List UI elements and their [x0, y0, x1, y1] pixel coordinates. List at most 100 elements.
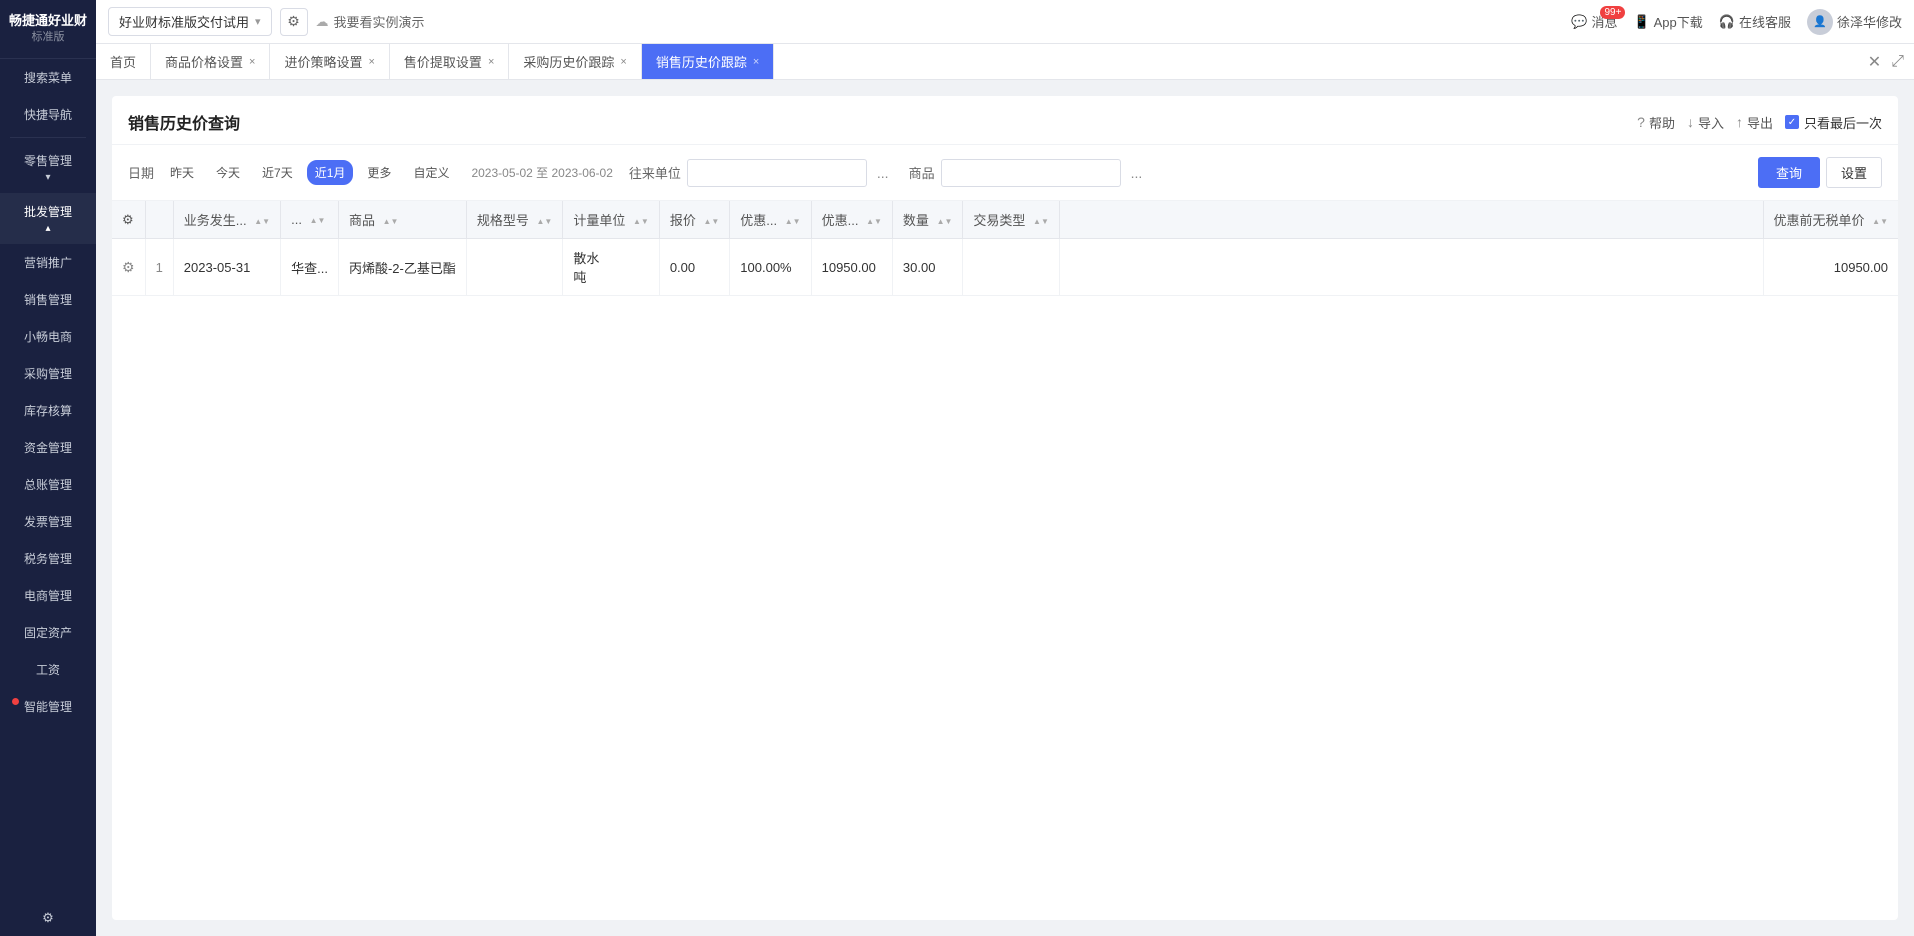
table-wrap: ⚙ 业务发生... ▲▼ ... ▲▼ [112, 201, 1898, 296]
ledger-label: 总账管理 [24, 476, 72, 493]
topbar-right: 💬 消息 99+ 📱 App下载 🎧 在线客服 👤 徐泽华修改 [1571, 9, 1902, 35]
tabs-bar: 首页 商品价格设置 × 进价策略设置 × 售价提取设置 × 采购历史价跟踪 × … [96, 44, 1914, 80]
sort-icon-unit: ▲▼ [633, 217, 649, 226]
sidebar-item-tax[interactable]: 税务管理 [0, 540, 96, 577]
import-button[interactable]: ↓ 导入 [1687, 113, 1724, 132]
smart-label: 智能管理 [24, 698, 72, 715]
tab-price-setting-close[interactable]: × [249, 56, 255, 68]
sort-icon-discount2: ▲▼ [866, 217, 882, 226]
col-product[interactable]: 商品 ▲▼ [338, 201, 466, 239]
tab-strategy[interactable]: 进价策略设置 × [270, 44, 389, 80]
checkbox-checked-icon: ✓ [1785, 115, 1799, 129]
col-discount2[interactable]: 优惠... ▲▼ [811, 201, 892, 239]
main-area: 好业财标准版交付试用 ▾ ⚙ ☁ 我要看实例演示 💬 消息 99+ 📱 App下… [96, 0, 1914, 936]
sidebar-item-retail[interactable]: 零售管理 ▾ [0, 142, 96, 193]
date-btn-today[interactable]: 今天 [208, 160, 248, 185]
demo-label: 我要看实例演示 [334, 12, 425, 31]
col-biz-date[interactable]: 业务发生... ▲▼ [173, 201, 280, 239]
from-unit-more-icon[interactable]: ... [873, 163, 893, 183]
row-gear-icon[interactable]: ⚙ [122, 259, 135, 275]
sidebar-item-wholesale[interactable]: 批发管理 ▴ [0, 193, 96, 244]
demo-link[interactable]: ☁ 我要看实例演示 [316, 12, 425, 31]
tab-price-setting-label: 商品价格设置 [165, 52, 243, 71]
chevron-down-icon: ▾ [255, 15, 261, 28]
date-btn-yesterday[interactable]: 昨天 [162, 160, 202, 185]
wholesale-label: 批发管理 [24, 203, 72, 220]
online-service-label: 在线客服 [1739, 12, 1791, 31]
settings-gear-icon: ⚙ [42, 910, 54, 925]
date-filter-label: 日期 [128, 163, 154, 182]
account-dropdown[interactable]: 好业财标准版交付试用 ▾ [108, 7, 272, 36]
date-btn-custom[interactable]: 自定义 [405, 160, 457, 185]
help-button[interactable]: ? 帮助 [1637, 113, 1675, 132]
col-pretax-price[interactable]: 优惠前无税单价 ▲▼ [1763, 201, 1898, 239]
export-button[interactable]: ↑ 导出 [1736, 113, 1773, 132]
col-trans-type[interactable]: 交易类型 ▲▼ [963, 201, 1059, 239]
sidebar-item-smart[interactable]: 智能管理 [0, 688, 96, 725]
sidebar-item-ecommerce-small[interactable]: 小畅电商 [0, 318, 96, 355]
gear-col-icon[interactable]: ⚙ [122, 212, 134, 227]
sort-icon-trans: ▲▼ [1033, 217, 1049, 226]
maximize-tab-button[interactable]: ⤢ [1891, 53, 1904, 71]
col-price[interactable]: 报价 ▲▼ [659, 201, 729, 239]
col-quantity[interactable]: 数量 ▲▼ [892, 201, 962, 239]
tab-strategy-close[interactable]: × [368, 56, 374, 68]
app-download-button[interactable]: 📱 App下载 [1633, 12, 1702, 31]
sidebar-item-search[interactable]: 搜索菜单 [0, 59, 96, 96]
search-menu-label: 搜索菜单 [24, 69, 72, 86]
sidebar-item-purchase[interactable]: 采购管理 [0, 355, 96, 392]
sidebar-item-sales-mgmt[interactable]: 销售管理 [0, 281, 96, 318]
sort-icon-spec: ▲▼ [536, 217, 552, 226]
sidebar-item-finance[interactable]: 资金管理 [0, 429, 96, 466]
close-tab-button[interactable]: ✕ [1868, 52, 1881, 72]
cell-gear[interactable]: ⚙ [112, 239, 145, 296]
sidebar-settings-button[interactable]: ⚙ [0, 900, 96, 936]
app-name: 畅捷通好业财 [8, 12, 88, 30]
product-input[interactable] [941, 159, 1121, 187]
date-btn-more[interactable]: 更多 [359, 160, 399, 185]
tab-purchase-history-close[interactable]: × [620, 56, 626, 68]
online-service-button[interactable]: 🎧 在线客服 [1719, 12, 1791, 31]
query-button[interactable]: 查询 [1758, 157, 1820, 188]
tab-sale-history-close[interactable]: × [753, 56, 759, 68]
col-unit[interactable]: 计量单位 ▲▼ [563, 201, 659, 239]
sidebar-item-assets[interactable]: 固定资产 [0, 614, 96, 651]
gear-icon: ⚙ [287, 13, 300, 30]
sidebar-item-payroll[interactable]: 工资 [0, 651, 96, 688]
purchase-label: 采购管理 [24, 365, 72, 382]
col-spec[interactable]: 规格型号 ▲▼ [466, 201, 562, 239]
col-extra[interactable]: ... ▲▼ [281, 201, 339, 239]
sidebar-item-marketing[interactable]: 营销推广 [0, 244, 96, 281]
page-card: 销售历史价查询 ? 帮助 ↓ 导入 ↑ 导出 ✓ [112, 96, 1898, 920]
product-more-icon[interactable]: ... [1127, 163, 1147, 183]
tab-price-setting[interactable]: 商品价格设置 × [151, 44, 270, 80]
last-only-checkbox[interactable]: ✓ 只看最后一次 [1785, 113, 1882, 132]
settings-filter-button[interactable]: 设置 [1826, 157, 1882, 188]
cell-extra: 华查... [281, 239, 339, 296]
col-gear: ⚙ [112, 201, 145, 239]
from-unit-input[interactable] [687, 159, 867, 187]
tab-sale-history[interactable]: 销售历史价跟踪 × [642, 44, 774, 80]
tab-sale-extract[interactable]: 售价提取设置 × [390, 44, 509, 80]
cell-discount1: 100.00% [730, 239, 811, 296]
sidebar-item-quick-nav[interactable]: 快捷导航 [0, 96, 96, 133]
cell-unit: 散水 吨 [563, 239, 659, 296]
tab-sale-extract-close[interactable]: × [488, 56, 494, 68]
tab-home[interactable]: 首页 [96, 44, 151, 80]
col-discount1[interactable]: 优惠... ▲▼ [730, 201, 811, 239]
sort-icon-discount1: ▲▼ [785, 217, 801, 226]
col-quantity-label: 数量 [903, 213, 929, 228]
sidebar-item-invoice[interactable]: 发票管理 [0, 503, 96, 540]
sidebar-item-ecommerce[interactable]: 电商管理 [0, 577, 96, 614]
messages-button[interactable]: 💬 消息 99+ [1571, 12, 1617, 31]
sidebar-item-ledger[interactable]: 总账管理 [0, 466, 96, 503]
settings-button[interactable]: ⚙ [280, 8, 308, 36]
date-btn-7days[interactable]: 近7天 [254, 160, 301, 185]
sidebar-item-inventory[interactable]: 库存核算 [0, 392, 96, 429]
user-profile-button[interactable]: 👤 徐泽华修改 [1807, 9, 1902, 35]
tab-purchase-history[interactable]: 采购历史价跟踪 × [509, 44, 641, 80]
user-icon: 👤 [1813, 15, 1827, 28]
page-header: 销售历史价查询 ? 帮助 ↓ 导入 ↑ 导出 ✓ [112, 96, 1898, 145]
col-discount2-label: 优惠... [822, 213, 859, 228]
date-btn-1month[interactable]: 近1月 [307, 160, 354, 185]
